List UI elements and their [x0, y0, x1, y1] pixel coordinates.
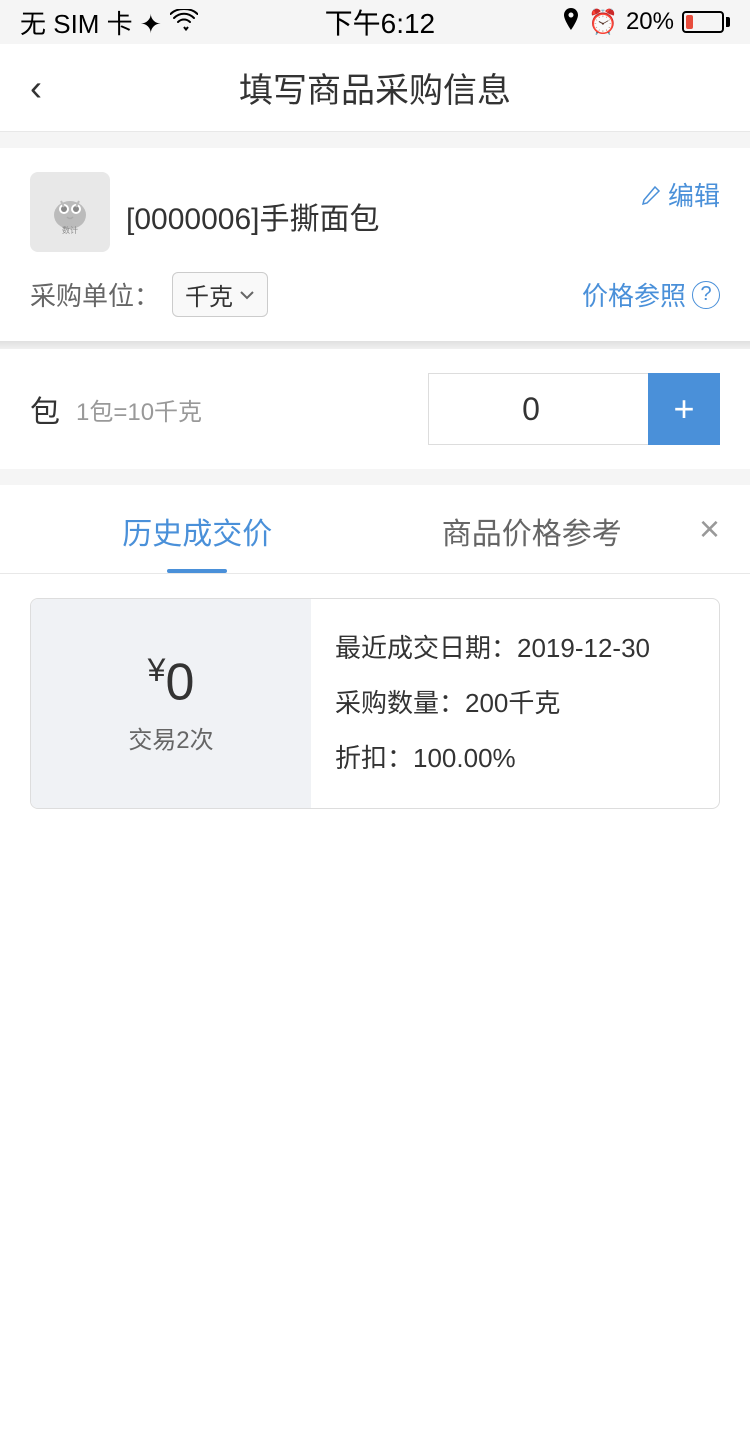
product-header: 数计 [0000006]手撕面包 编辑: [30, 172, 720, 252]
location-icon: [562, 8, 580, 37]
edit-button[interactable]: 编辑: [640, 172, 720, 213]
price-ref-label: 价格参照: [582, 276, 686, 313]
unit-label: 采购单位：: [30, 276, 160, 313]
card-left: ¥0 交易2次: [31, 599, 311, 808]
section-divider: [0, 341, 750, 349]
quantity-hint: 1包=10千克: [76, 392, 202, 427]
quantity-controls: +: [428, 373, 720, 445]
purchase-qty: 采购数量：200千克: [335, 684, 695, 723]
quantity-left: 包 1包=10千克: [30, 387, 202, 431]
product-unit-row: 采购单位： 千克 价格参照 ?: [30, 272, 720, 317]
svg-text:数计: 数计: [62, 225, 78, 235]
quantity-input[interactable]: [428, 373, 648, 445]
battery-percent: 20%: [626, 8, 674, 36]
price-reference-button[interactable]: 价格参照 ?: [582, 276, 720, 313]
sim-status: 无 SIM 卡 ✦: [20, 4, 162, 41]
trade-count: 交易2次: [128, 720, 213, 755]
price-value: 0: [165, 653, 194, 711]
status-left: 无 SIM 卡 ✦: [20, 4, 198, 41]
card-price: ¥0: [148, 652, 195, 712]
info-card: ¥0 交易2次 最近成交日期：2019-12-30 采购数量：200千克 折扣：…: [30, 598, 720, 809]
nav-bar: ‹ 填写商品采购信息: [0, 44, 750, 132]
status-time: 下午6:12: [325, 2, 436, 42]
back-button[interactable]: ‹: [30, 67, 42, 109]
quantity-plus-button[interactable]: +: [648, 373, 720, 445]
quantity-unit: 包: [30, 387, 60, 431]
recent-date: 最近成交日期：2019-12-30: [335, 629, 695, 668]
bottom-panel: 历史成交价 商品价格参考 × ¥0 交易2次 最近成交日期：2019-12-30…: [0, 485, 750, 833]
price-symbol: ¥: [148, 652, 166, 688]
unit-select[interactable]: 千克: [172, 272, 268, 317]
unit-value: 千克: [185, 277, 233, 312]
page-title: 填写商品采购信息: [239, 63, 511, 112]
tab-history-price[interactable]: 历史成交价: [30, 485, 364, 573]
help-icon: ?: [692, 281, 720, 309]
battery-icon: [682, 11, 730, 33]
wifi-icon: [170, 7, 198, 38]
status-bar: 无 SIM 卡 ✦ 下午6:12 ⏰ 20%: [0, 0, 750, 44]
status-right: ⏰ 20%: [562, 8, 730, 37]
product-name: [0000006]手撕面包: [126, 194, 379, 238]
card-container: ¥0 交易2次 最近成交日期：2019-12-30 采购数量：200千克 折扣：…: [0, 574, 750, 833]
close-button[interactable]: ×: [699, 495, 720, 563]
product-thumbnail: 数计: [30, 172, 110, 252]
card-right: 最近成交日期：2019-12-30 采购数量：200千克 折扣：100.00%: [311, 599, 719, 808]
tab-bar: 历史成交价 商品价格参考 ×: [0, 485, 750, 574]
content-spacer: [0, 833, 750, 1433]
alarm-icon: ⏰: [588, 8, 618, 37]
product-section: 数计 [0000006]手撕面包 编辑 采购单位： 千克 价格参照 ?: [0, 148, 750, 341]
product-left: 数计 [0000006]手撕面包: [30, 172, 379, 252]
discount: 折扣：100.00%: [335, 739, 695, 778]
tab-product-price-ref[interactable]: 商品价格参考: [364, 485, 698, 573]
quantity-row: 包 1包=10千克 +: [0, 349, 750, 469]
edit-label: 编辑: [668, 176, 720, 213]
